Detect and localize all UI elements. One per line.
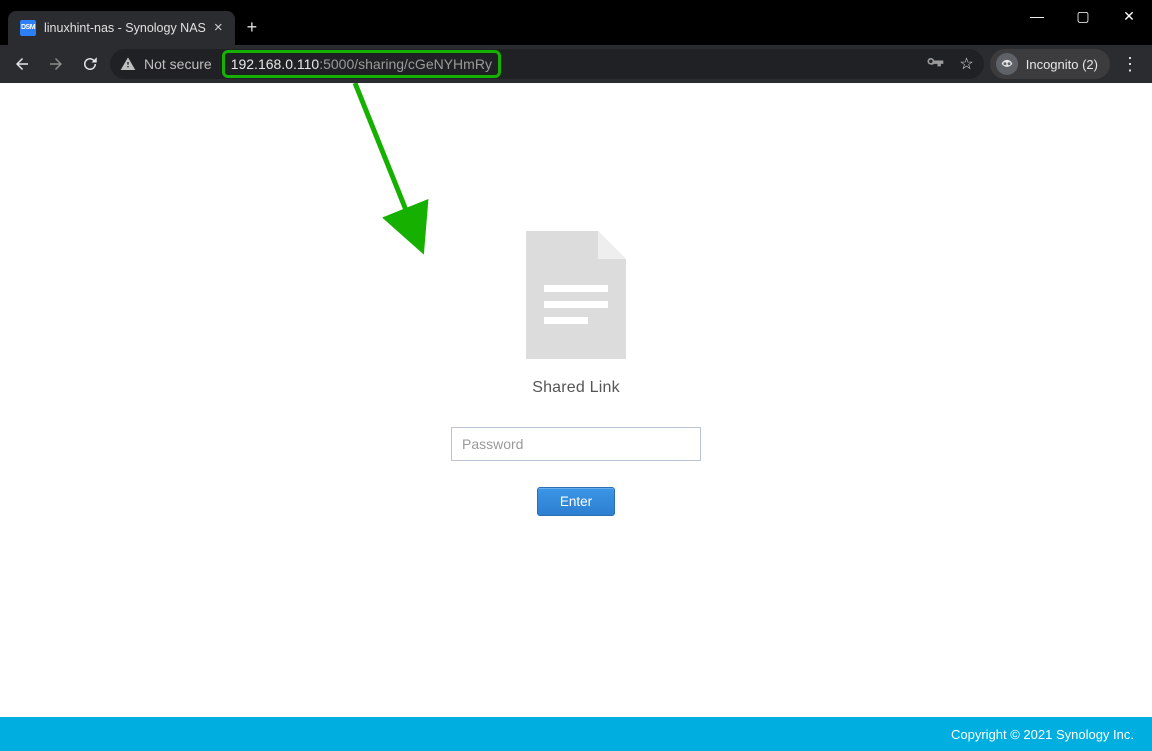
incognito-indicator[interactable]: Incognito (2) <box>990 49 1110 79</box>
page-content: Shared Link Enter Copyright © 2021 Synol… <box>0 83 1152 751</box>
copyright-text: Copyright © 2021 Synology Inc. <box>951 727 1134 742</box>
not-secure-icon <box>120 56 136 72</box>
arrow-right-icon <box>47 55 65 73</box>
favicon-icon: DSM <box>20 20 36 36</box>
browser-toolbar: Not secure 192.168.0.110:5000/sharing/cG… <box>0 45 1152 83</box>
url-host: 192.168.0.110 <box>231 57 320 71</box>
enter-button[interactable]: Enter <box>537 487 615 516</box>
browser-menu-button[interactable]: ⋮ <box>1116 50 1144 78</box>
shared-link-title: Shared Link <box>532 379 620 397</box>
password-input[interactable] <box>451 427 701 461</box>
nav-reload-button[interactable] <box>76 50 104 78</box>
address-bar[interactable]: Not secure 192.168.0.110:5000/sharing/cG… <box>110 49 984 79</box>
address-bar-right: ☆ <box>925 53 973 76</box>
tab-title: linuxhint-nas - Synology NAS <box>44 21 206 35</box>
password-key-icon[interactable] <box>925 53 945 76</box>
window-minimize-button[interactable]: — <box>1014 0 1060 32</box>
incognito-icon <box>996 53 1018 75</box>
window-controls: — ▢ ✕ <box>1014 0 1152 45</box>
new-tab-button[interactable]: + <box>235 9 270 46</box>
tab-close-icon[interactable]: × <box>214 19 223 36</box>
tabstrip: DSM linuxhint-nas - Synology NAS × + <box>0 0 269 45</box>
arrow-left-icon <box>13 55 31 73</box>
window-close-button[interactable]: ✕ <box>1106 0 1152 32</box>
not-secure-label: Not secure <box>144 56 212 72</box>
nav-forward-button[interactable] <box>42 50 70 78</box>
window-maximize-button[interactable]: ▢ <box>1060 0 1106 32</box>
page-footer: Copyright © 2021 Synology Inc. <box>0 717 1152 751</box>
reload-icon <box>81 55 99 73</box>
bookmark-star-icon[interactable]: ☆ <box>959 54 973 74</box>
url-path: :5000/sharing/cGeNYHmRy <box>319 57 492 71</box>
shared-link-panel: Shared Link Enter <box>451 231 701 516</box>
browser-tab[interactable]: DSM linuxhint-nas - Synology NAS × <box>8 11 235 45</box>
document-icon <box>520 231 632 359</box>
incognito-label: Incognito (2) <box>1026 57 1098 72</box>
window-titlebar: DSM linuxhint-nas - Synology NAS × + — ▢… <box>0 0 1152 45</box>
url-highlight-annotation: 192.168.0.110:5000/sharing/cGeNYHmRy <box>222 50 501 78</box>
favicon-text: DSM <box>21 24 35 31</box>
nav-back-button[interactable] <box>8 50 36 78</box>
